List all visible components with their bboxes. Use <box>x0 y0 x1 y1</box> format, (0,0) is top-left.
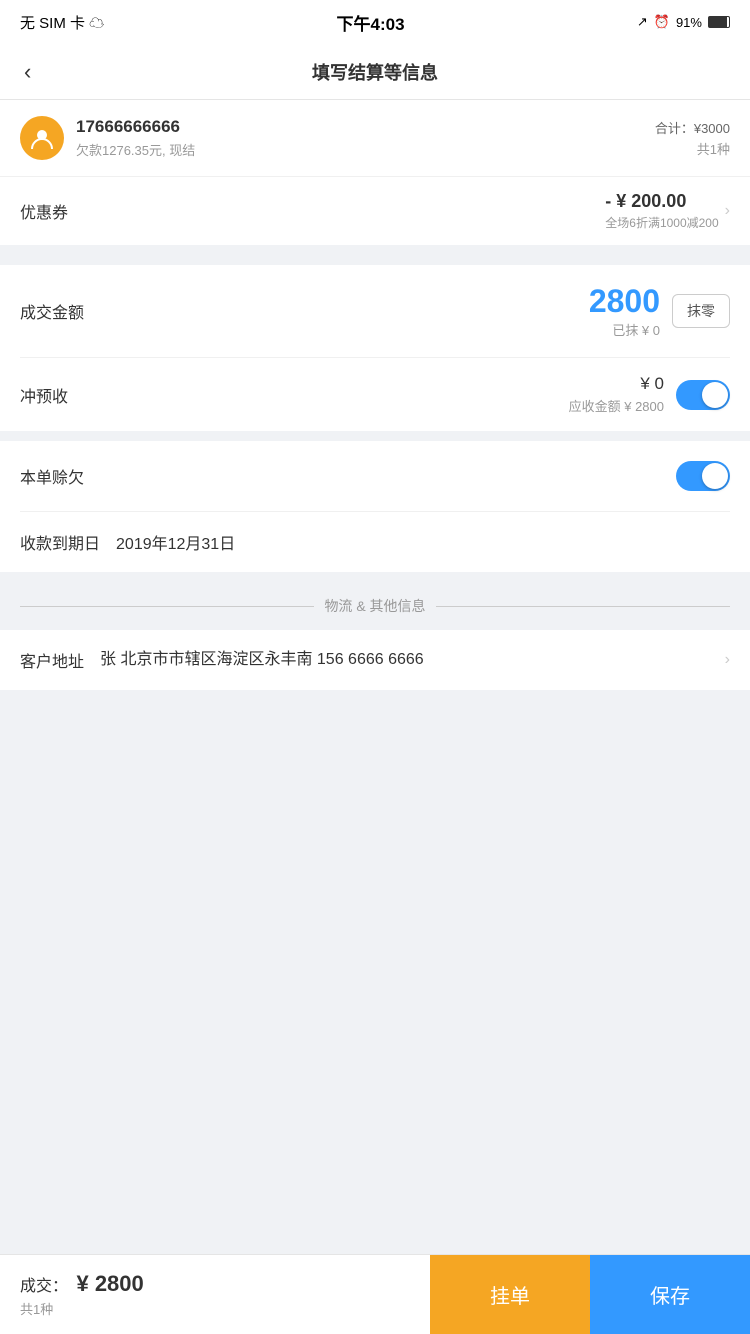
due-value: 2019年12月31日 <box>116 530 235 554</box>
alarm-icon: ⏰ <box>654 14 670 30</box>
round-button[interactable]: 抹零 <box>672 294 730 328</box>
divider-line-left <box>20 606 314 607</box>
customer-row: 17666666666 欠款1276.35元, 现结 合计：¥3000 共1种 <box>0 100 750 176</box>
prepay-sub: 应收金额 ¥ 2800 <box>569 396 664 415</box>
prepay-value: ¥ 0 <box>569 374 664 394</box>
logistics-divider: 物流 & 其他信息 <box>0 582 750 630</box>
bottom-summary: 成交： ¥ 2800 共1种 <box>0 1271 430 1318</box>
nav-bar: ‹ 填写结算等信息 <box>0 44 750 100</box>
page-title: 填写结算等信息 <box>312 59 438 85</box>
debt-toggle[interactable] <box>676 461 730 491</box>
address-label: 客户地址 <box>20 648 84 672</box>
amount-detail: 2800 已抹 ¥ 0 <box>589 283 660 339</box>
separator-2 <box>0 431 750 441</box>
bottom-count: 共1种 <box>20 1299 410 1318</box>
customer-info: 17666666666 欠款1276.35元, 现结 <box>76 117 195 159</box>
status-left: 无 SIM 卡 ☁ <box>20 12 104 33</box>
due-label: 收款到期日 <box>20 530 100 554</box>
prepay-right: ¥ 0 应收金额 ¥ 2800 <box>569 374 730 415</box>
back-button[interactable]: ‹ <box>16 51 39 93</box>
amount-right: 2800 已抹 ¥ 0 抹零 <box>589 283 730 339</box>
bottom-bar: 成交： ¥ 2800 共1种 挂单 保存 <box>0 1254 750 1334</box>
bottom-deal-label: 成交： <box>20 1278 68 1295</box>
amount-value: 2800 <box>589 283 660 320</box>
hang-button[interactable]: 挂单 <box>430 1255 590 1334</box>
amount-sub: 已抹 ¥ 0 <box>589 320 660 339</box>
bottom-buttons: 挂单 保存 <box>430 1255 750 1334</box>
coupon-desc: 全场6折满1000减200 <box>605 214 718 231</box>
save-button[interactable]: 保存 <box>590 1255 750 1334</box>
customer-phone: 17666666666 <box>76 117 195 137</box>
total-count: 共1种 <box>655 139 730 158</box>
prepay-label: 冲预收 <box>20 383 68 407</box>
customer-total: 合计：¥3000 共1种 <box>655 118 730 158</box>
bottom-spacer <box>0 700 750 900</box>
prepay-row: 冲预收 ¥ 0 应收金额 ¥ 2800 <box>20 358 730 431</box>
status-right: ↗ ⏰ 91% <box>637 14 730 30</box>
logistics-text: 物流 & 其他信息 <box>324 596 425 616</box>
separator-1 <box>0 255 750 265</box>
avatar <box>20 116 64 160</box>
prepay-toggle[interactable] <box>676 380 730 410</box>
amount-label: 成交金额 <box>20 299 84 323</box>
address-value: 张 北京市市辖区海淀区永丰南 156 6666 6666 <box>100 648 725 672</box>
coupon-label: 优惠券 <box>20 199 68 223</box>
debt-row: 本单赊欠 <box>20 441 730 512</box>
amount-section: 成交金额 2800 已抹 ¥ 0 抹零 冲预收 ¥ 0 应收金额 ¥ 2800 <box>0 265 750 431</box>
due-date-row: 收款到期日 2019年12月31日 <box>20 512 730 572</box>
status-time: 下午4:03 <box>337 10 405 35</box>
coupon-detail: - ¥ 200.00 全场6折满1000减200 <box>605 191 718 231</box>
coupon-discount: - ¥ 200.00 <box>605 191 718 212</box>
status-bar: 无 SIM 卡 ☁ 下午4:03 ↗ ⏰ 91% <box>0 0 750 44</box>
prepay-amounts: ¥ 0 应收金额 ¥ 2800 <box>569 374 664 415</box>
toggle-knob <box>702 382 728 408</box>
total-label: 合计：¥3000 <box>655 118 730 137</box>
bottom-deal-amount: ¥ 2800 <box>76 1271 143 1296</box>
location-icon: ↗ <box>637 14 648 30</box>
bottom-deal-line: 成交： ¥ 2800 <box>20 1271 410 1297</box>
amount-row: 成交金额 2800 已抹 ¥ 0 抹零 <box>20 265 730 358</box>
debt-toggle-knob <box>702 463 728 489</box>
debt-section: 本单赊欠 收款到期日 2019年12月31日 <box>0 441 750 572</box>
address-chevron-icon: › <box>725 651 730 669</box>
address-row[interactable]: 客户地址 张 北京市市辖区海淀区永丰南 156 6666 6666 › <box>20 630 730 690</box>
sim-text: 无 SIM 卡 ☁ <box>20 12 104 33</box>
customer-section: 17666666666 欠款1276.35元, 现结 合计：¥3000 共1种 … <box>0 100 750 245</box>
coupon-row[interactable]: 优惠券 - ¥ 200.00 全场6折满1000减200 › <box>0 176 750 245</box>
battery-text: 91% <box>676 15 702 30</box>
debt-label: 本单赊欠 <box>20 464 84 488</box>
chevron-right-icon: › <box>725 202 730 220</box>
divider-line-right <box>436 606 730 607</box>
coupon-right: - ¥ 200.00 全场6折满1000减200 › <box>605 191 730 231</box>
battery-icon <box>708 16 730 28</box>
customer-sub: 欠款1276.35元, 现结 <box>76 140 195 159</box>
customer-left: 17666666666 欠款1276.35元, 现结 <box>20 116 195 160</box>
address-section: 客户地址 张 北京市市辖区海淀区永丰南 156 6666 6666 › <box>0 630 750 690</box>
